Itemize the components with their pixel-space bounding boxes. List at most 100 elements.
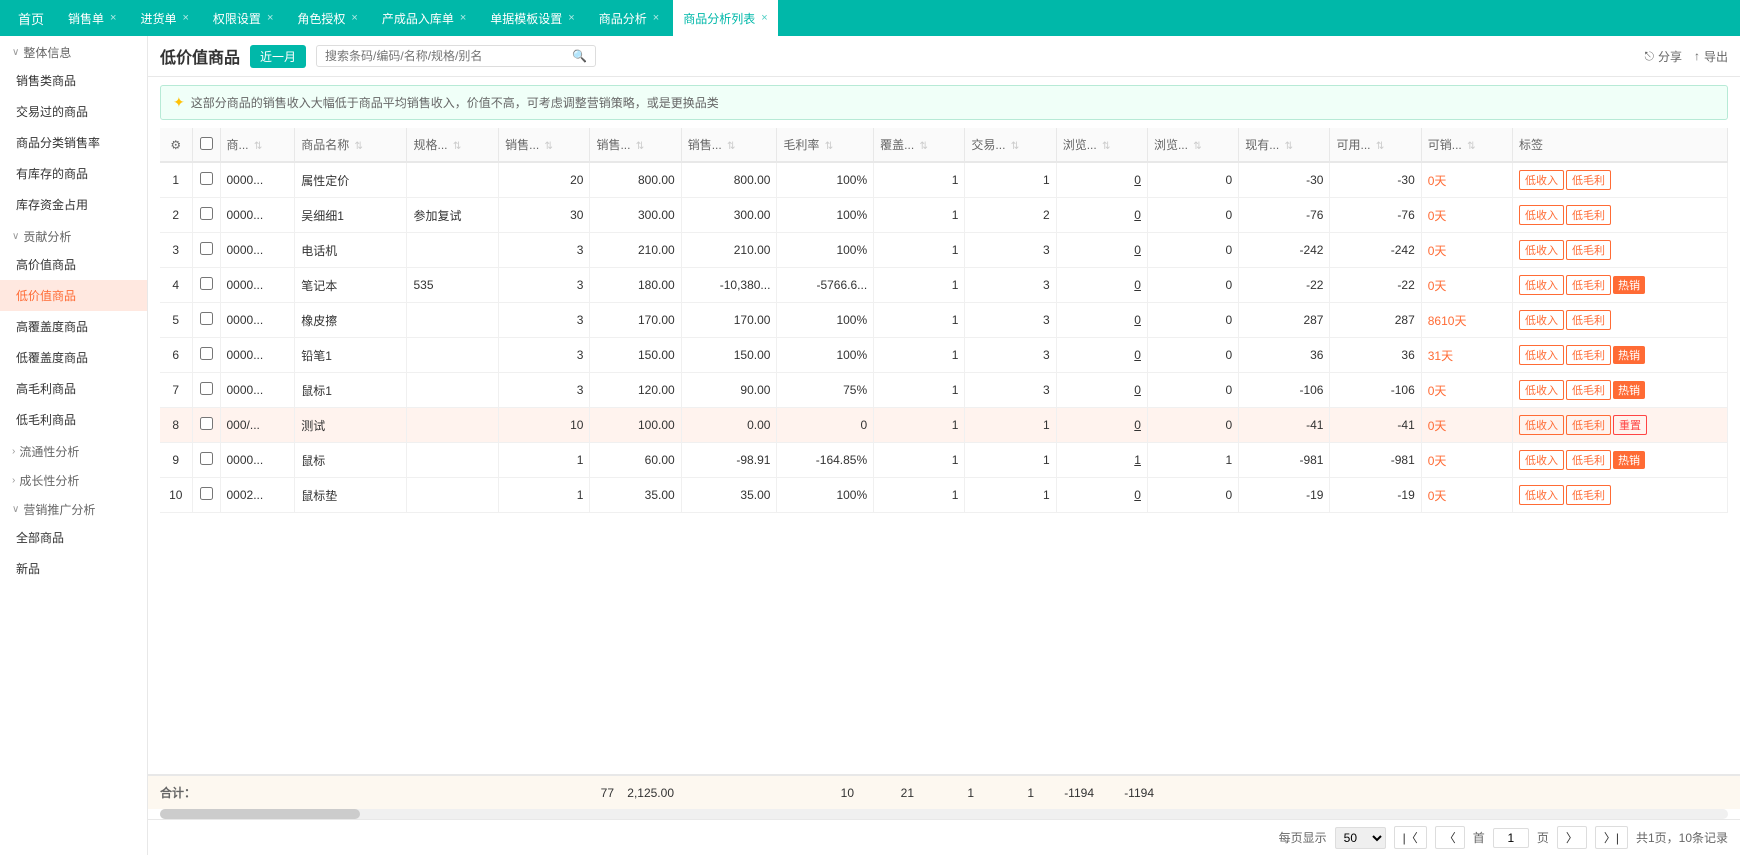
td-checkbox[interactable] [192,338,220,373]
sidebar-item-sales-goods[interactable]: 销售类商品 [0,65,147,96]
td-browse1[interactable]: 0 [1056,162,1147,198]
th-spec[interactable]: 规格... ⇅ [407,128,499,162]
td-sales-amt: 100.00 [590,408,681,443]
browse-link[interactable]: 0 [1134,278,1141,292]
sidebar-group-growth[interactable]: › 成长性分析 [0,464,147,493]
td-checkbox[interactable] [192,268,220,303]
sidebar-item-stock-goods[interactable]: 有库存的商品 [0,158,147,189]
td-browse1[interactable]: 0 [1056,338,1147,373]
browse-link[interactable]: 0 [1134,173,1141,187]
th-current-stock[interactable]: 现有... ⇅ [1239,128,1330,162]
th-name[interactable]: 商品名称 ⇅ [295,128,407,162]
td-spec [407,162,499,198]
next-page-btn[interactable]: 〉 [1557,826,1587,849]
browse-link[interactable]: 0 [1134,208,1141,222]
td-checkbox[interactable] [192,408,220,443]
export-btn[interactable]: ↑ 导出 [1694,48,1728,65]
td-checkbox[interactable] [192,162,220,198]
td-browse1[interactable]: 0 [1056,198,1147,233]
scrollbar-thumb[interactable] [160,809,360,819]
close-icon[interactable]: × [460,12,466,24]
page-input[interactable] [1493,828,1529,848]
table-wrapper[interactable]: ⚙ 商... ⇅ 商品名称 ⇅ 规格... ⇅ 销售... ⇅ 销售... ⇅ … [148,128,1740,774]
th-sales-amt[interactable]: 销售... ⇅ [590,128,681,162]
sidebar-item-new-goods[interactable]: 新品 [0,553,147,584]
tag: 热销 [1613,381,1645,399]
td-checkbox[interactable] [192,373,220,408]
browse-link[interactable]: 0 [1134,243,1141,257]
sidebar-item-low-value[interactable]: 低价值商品 [0,280,147,311]
browse-link[interactable]: 0 [1134,418,1141,432]
th-sales-qty[interactable]: 销售... ⇅ [499,128,590,162]
last-page-btn[interactable]: 〉| [1595,826,1628,849]
td-checkbox[interactable] [192,478,220,513]
td-checkbox[interactable] [192,303,220,338]
th-coverage[interactable]: 覆盖... ⇅ [874,128,965,162]
sidebar-item-high-coverage[interactable]: 高覆盖度商品 [0,311,147,342]
th-transaction[interactable]: 交易... ⇅ [965,128,1056,162]
browse-link[interactable]: 0 [1134,488,1141,502]
td-browse1[interactable]: 0 [1056,268,1147,303]
sidebar-item-all-goods[interactable]: 全部商品 [0,522,147,553]
tag: 热销 [1613,346,1645,364]
browse-link[interactable]: 0 [1134,383,1141,397]
td-sales-qty: 10 [499,408,590,443]
td-browse1[interactable]: 0 [1056,373,1147,408]
th-settings[interactable]: ⚙ [160,128,192,162]
close-icon[interactable]: × [653,12,659,24]
page-title: 低价值商品 [160,44,240,68]
browse-link[interactable]: 1 [1134,453,1141,467]
td-browse1[interactable]: 0 [1056,233,1147,268]
table-row: 7 0000... 鼠标1 3 120.00 90.00 75% 1 3 0 0… [160,373,1728,408]
sidebar-item-high-value[interactable]: 高价值商品 [0,249,147,280]
sidebar-item-high-profit[interactable]: 高毛利商品 [0,373,147,404]
th-saleable[interactable]: 可销... ⇅ [1421,128,1512,162]
close-icon[interactable]: × [761,12,767,24]
page-size-select[interactable]: 50 20 100 [1335,827,1386,849]
prev-page-btn[interactable]: 〈 [1435,826,1465,849]
nav-permission[interactable]: 权限设置 × [203,0,283,36]
sidebar-item-low-coverage[interactable]: 低覆盖度商品 [0,342,147,373]
td-browse1[interactable]: 0 [1056,478,1147,513]
th-available[interactable]: 可用... ⇅ [1330,128,1421,162]
first-page-btn[interactable]: |〈 [1394,826,1427,849]
nav-home[interactable]: 首页 [8,0,54,36]
th-browse1[interactable]: 浏览... ⇅ [1056,128,1147,162]
browse-link[interactable]: 0 [1134,348,1141,362]
td-checkbox[interactable] [192,443,220,478]
select-all-checkbox[interactable] [200,137,213,150]
browse-link[interactable]: 0 [1134,313,1141,327]
close-icon[interactable]: × [182,12,188,24]
nav-role[interactable]: 角色授权 × [287,0,367,36]
th-sales-avg[interactable]: 销售... ⇅ [681,128,777,162]
close-icon[interactable]: × [110,12,116,24]
td-checkbox[interactable] [192,198,220,233]
horizontal-scrollbar[interactable] [160,809,1728,819]
share-btn[interactable]: ⎋ 分享 [1644,48,1682,65]
nav-sales[interactable]: 销售单 × [58,0,126,36]
td-browse1[interactable]: 0 [1056,303,1147,338]
sidebar-item-capital[interactable]: 库存资金占用 [0,189,147,220]
sidebar-group-circulation[interactable]: › 流通性分析 [0,435,147,464]
sidebar-item-traded[interactable]: 交易过的商品 [0,96,147,127]
th-browse2[interactable]: 浏览... ⇅ [1147,128,1238,162]
sidebar-item-low-profit[interactable]: 低毛利商品 [0,404,147,435]
th-code[interactable]: 商... ⇅ [220,128,295,162]
nav-purchase[interactable]: 进货单 × [130,0,198,36]
nav-inbound[interactable]: 产成品入库单 × [372,0,476,36]
close-icon[interactable]: × [568,12,574,24]
td-browse1[interactable]: 0 [1056,408,1147,443]
filter-btn[interactable]: 近一月 [250,45,306,68]
td-transaction: 3 [965,373,1056,408]
close-icon[interactable]: × [267,12,273,24]
th-gross-margin[interactable]: 毛利率 ⇅ [777,128,874,162]
td-checkbox[interactable] [192,233,220,268]
sidebar-item-category-rate[interactable]: 商品分类销售率 [0,127,147,158]
nav-template[interactable]: 单据模板设置 × [480,0,584,36]
nav-goods-analysis-list[interactable]: 商品分析列表 × [673,0,777,36]
search-input[interactable] [325,49,568,63]
nav-goods-analysis[interactable]: 商品分析 × [589,0,669,36]
td-browse1[interactable]: 1 [1056,443,1147,478]
table-row: 9 0000... 鼠标 1 60.00 -98.91 -164.85% 1 1… [160,443,1728,478]
close-icon[interactable]: × [351,12,357,24]
